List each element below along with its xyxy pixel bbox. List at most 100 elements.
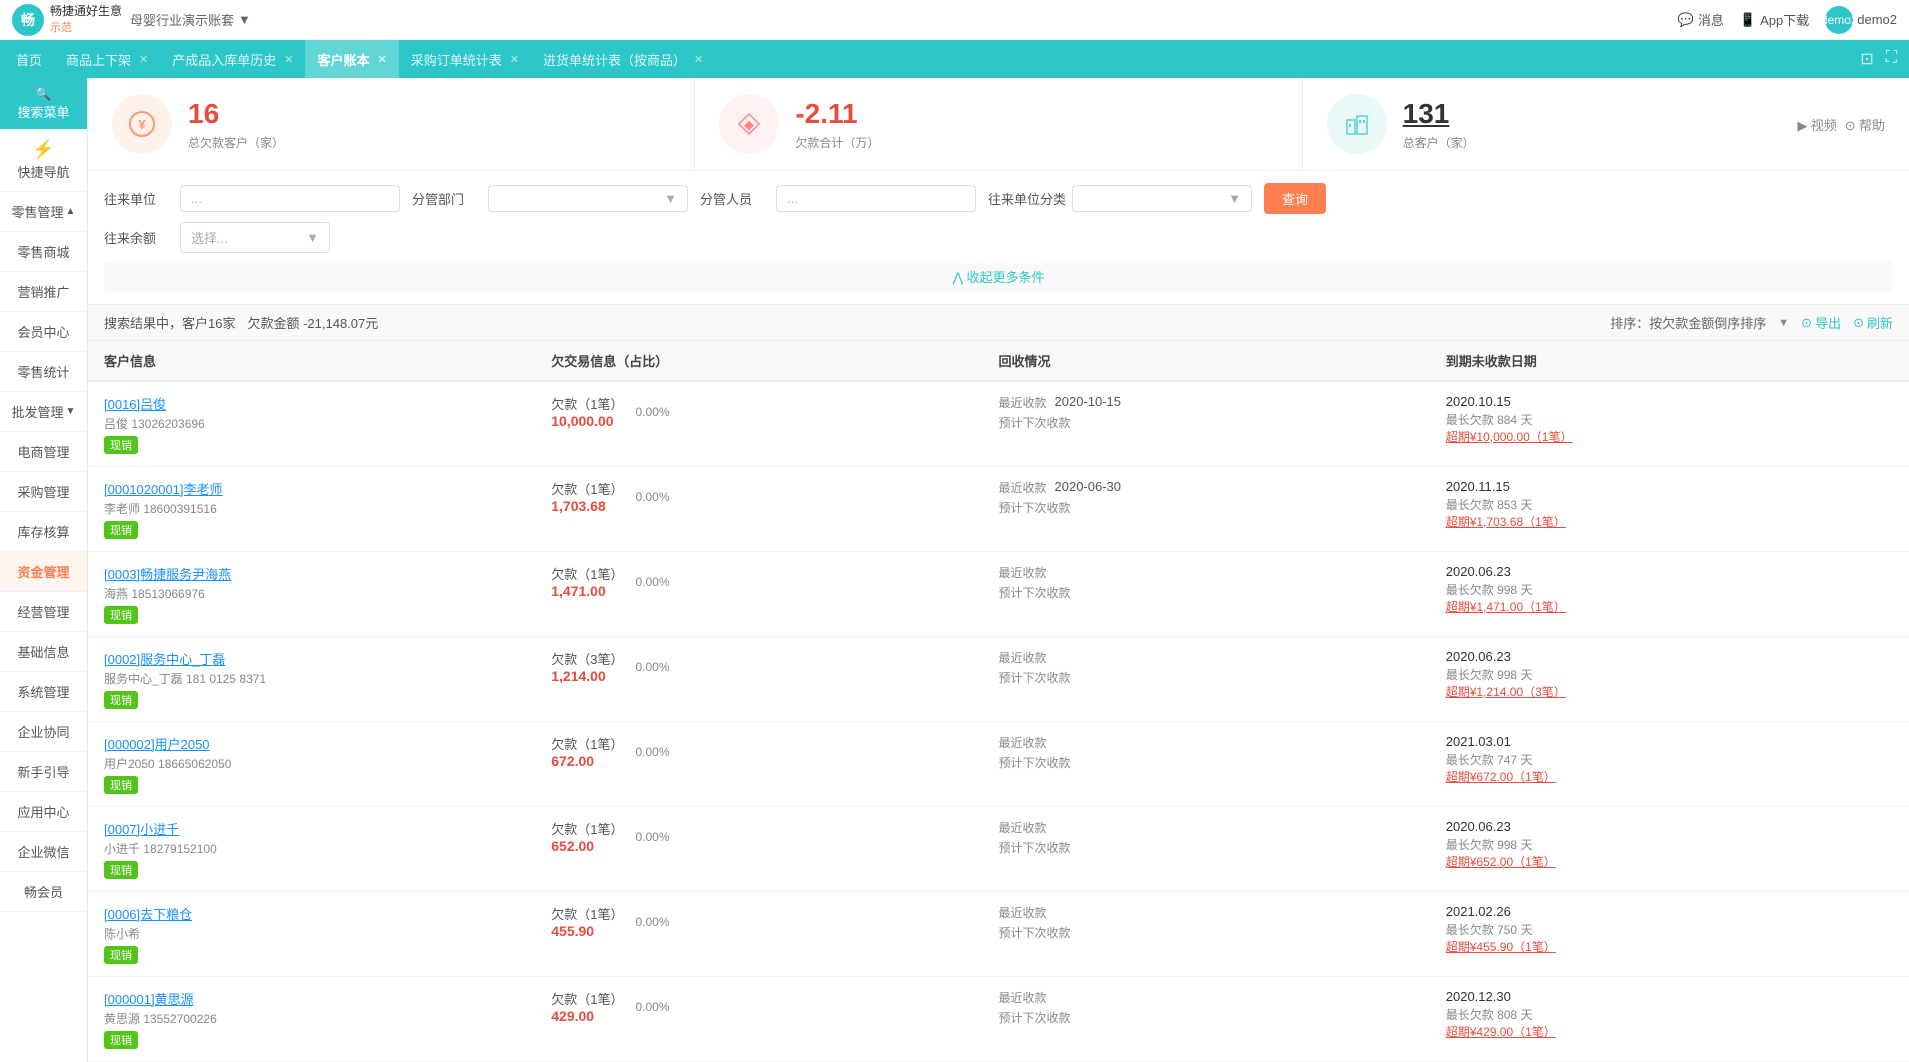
app-download-btn[interactable]: 📱 App下载 (1740, 10, 1809, 29)
close-icon[interactable]: ✕ (694, 53, 703, 66)
last-collection-date: 2020-06-30 (1055, 479, 1122, 496)
overdue-link[interactable]: 超期¥429.00（1笔） (1446, 1023, 1893, 1040)
stat-total-label: 总客户（家） (1403, 134, 1475, 151)
next-collection-label: 预计下次收款 (999, 499, 1071, 516)
stat-total-icon (1327, 94, 1387, 154)
customer-name[interactable]: [0002]服务中心_丁磊 (104, 649, 551, 668)
svg-text:¥: ¥ (138, 117, 146, 132)
collection-row-2: 预计下次收款 (999, 924, 1446, 941)
customer-name[interactable]: [0001020001]李老师 (104, 479, 551, 498)
close-icon[interactable]: ✕ (284, 53, 293, 66)
debt-amount: 1,214.00 (551, 668, 623, 684)
due-date: 2020.06.23 (1446, 564, 1893, 579)
overdue-link[interactable]: 超期¥672.00（1笔） (1446, 768, 1893, 785)
sidebar-item-ecommerce[interactable]: 电商管理 (0, 432, 87, 472)
sidebar-item-member-center[interactable]: 会员中心 (0, 312, 87, 352)
tab-purchase-stats[interactable]: 进货单统计表（按商品） ✕ (531, 40, 715, 78)
sidebar-search-btn[interactable]: 🔍 搜索菜单 (0, 78, 87, 129)
tab-purchase-order[interactable]: 采购订单统计表 ✕ (399, 40, 531, 78)
sidebar-item-retail-stats[interactable]: 零售统计 (0, 352, 87, 392)
refresh-btn[interactable]: ⊙ 刷新 (1853, 313, 1893, 332)
user-area[interactable]: demo2 demo2 (1825, 6, 1897, 34)
sidebar-item-ops-mgmt[interactable]: 经营管理 (0, 592, 87, 632)
balance-input[interactable]: 选择... ▼ (180, 222, 330, 253)
tab-produce-history[interactable]: 产成品入库单历史 ✕ (160, 40, 305, 78)
customer-name[interactable]: [0007]小进千 (104, 819, 551, 838)
overdue-link[interactable]: 超期¥10,000.00（1笔） (1446, 428, 1893, 445)
quick-nav-icon: ⚡ (0, 139, 87, 160)
sidebar-item-retail-mgmt[interactable]: 零售管理 ▲ (0, 192, 87, 232)
help-link[interactable]: ⊙ 帮助 (1845, 115, 1885, 134)
sidebar-item-system-label: 系统管理 (0, 682, 87, 701)
customer-name[interactable]: [000001]黄思源 (104, 989, 551, 1008)
topbar-right: 💬 消息 📱 App下载 demo2 demo2 (1678, 6, 1897, 34)
debt-ratio: 0.00% (635, 575, 669, 589)
customer-tag: 现销 (104, 861, 138, 879)
sidebar-item-enterprise[interactable]: 企业协同 (0, 712, 87, 752)
table-container: 客户信息 欠交易信息（占比） 回收情况 到期未收款日期 [0016]吕俊 吕俊 … (88, 341, 1909, 1062)
customer-name[interactable]: [0016]吕俊 (104, 394, 551, 413)
overdue-link[interactable]: 超期¥1,471.00（1笔） (1446, 598, 1893, 615)
sidebar-item-guide[interactable]: 新手引导 (0, 752, 87, 792)
sidebar-item-finance[interactable]: 资金管理 (0, 552, 87, 592)
dept-input[interactable]: ▼ (488, 185, 688, 212)
sidebar-item-quick-nav[interactable]: ⚡ 快捷导航 (0, 129, 87, 192)
overdue-link[interactable]: 超期¥652.00（1笔） (1446, 853, 1893, 870)
table-row: [0006]去下粮仓 陈小希 现销 欠款（1笔） 455.90 0.00% 最近… (88, 892, 1909, 977)
customer-tag: 现销 (104, 521, 138, 539)
collapse-button[interactable]: ⋀ 收起更多条件 (104, 261, 1893, 292)
chevron-down-icon-type: ▼ (1228, 191, 1241, 206)
sidebar-item-app-center[interactable]: 应用中心 (0, 792, 87, 832)
debt-count: 欠款（1笔） (551, 904, 623, 923)
sidebar-item-system[interactable]: 系统管理 (0, 672, 87, 712)
sidebar-item-retail-mall[interactable]: 零售商城 (0, 232, 87, 272)
customer-info-cell: [0002]服务中心_丁磊 服务中心_丁磊 181 0125 8371 现销 (104, 649, 551, 709)
sidebar-item-base-info[interactable]: 基础信息 (0, 632, 87, 672)
logo-area: 畅 畅捷通好生意 示范 (12, 4, 122, 36)
sidebar-item-purchase-mgmt[interactable]: 采购管理 (0, 472, 87, 512)
view-link[interactable]: ▶ 视频 (1797, 115, 1836, 134)
stat-total-value: 131 (1403, 97, 1475, 131)
nav-expand-btn[interactable]: ⛶ (1882, 49, 1901, 69)
customer-tag: 现销 (104, 776, 138, 794)
table-row: [0001020001]李老师 李老师 18600391516 现销 欠款（1笔… (88, 467, 1909, 552)
source-unit-input[interactable]: ... (180, 185, 400, 212)
search-button[interactable]: 查询 (1264, 183, 1326, 214)
stat-amount-icon: ◆ (719, 94, 779, 154)
source-type-input[interactable]: ▼ (1072, 185, 1252, 212)
stat-total-info: 131 总客户（家） (1403, 97, 1475, 152)
due-date-cell: 2020.06.23 最长欠款 998 天 超期¥1,214.00（3笔） (1446, 649, 1893, 700)
overdue-link[interactable]: 超期¥1,214.00（3笔） (1446, 683, 1893, 700)
export-btn[interactable]: ⊙ 导出 (1801, 313, 1841, 332)
nav-restore-btn[interactable]: ⊡ (1856, 49, 1877, 69)
debt-info-cell: 欠款（1笔） 10,000.00 0.00% (551, 394, 998, 429)
sidebar-item-vip[interactable]: 畅会员 (0, 872, 87, 912)
tab-home[interactable]: 首页 (4, 40, 54, 78)
overdue-link[interactable]: 超期¥455.90（1笔） (1446, 938, 1893, 955)
next-collection-label: 预计下次收款 (999, 924, 1071, 941)
sidebar: 🔍 搜索菜单 ⚡ 快捷导航 零售管理 ▲ 零售商城 营销推广 会员中心 零售统计… (0, 78, 88, 1062)
source-unit-label: 往来单位 (104, 189, 174, 208)
sidebar-item-wechat[interactable]: 企业微信 (0, 832, 87, 872)
refresh-label: 刷新 (1867, 313, 1893, 332)
app-icon: 📱 (1740, 12, 1756, 28)
tab-product-offline[interactable]: 商品上下架 ✕ (54, 40, 160, 78)
customer-name[interactable]: [0003]畅捷服务尹海燕 (104, 564, 551, 583)
close-icon[interactable]: ✕ (378, 53, 387, 66)
due-date-cell: 2020.06.23 最长欠款 998 天 超期¥1,471.00（1笔） (1446, 564, 1893, 615)
customer-name[interactable]: [0006]去下粮仓 (104, 904, 551, 923)
sidebar-item-marketing[interactable]: 营销推广 (0, 272, 87, 312)
sort-chevron-icon[interactable]: ▼ (1778, 317, 1789, 329)
debt-ratio: 0.00% (635, 830, 669, 844)
sidebar-item-inventory[interactable]: 库存核算 (0, 512, 87, 552)
close-icon[interactable]: ✕ (510, 53, 519, 66)
message-btn[interactable]: 💬 消息 (1678, 10, 1724, 29)
close-icon[interactable]: ✕ (139, 53, 148, 66)
overdue-link[interactable]: 超期¥1,703.68（1笔） (1446, 513, 1893, 530)
debt-amount: 1,471.00 (551, 583, 623, 599)
tab-customer-account[interactable]: 客户账本 ✕ (305, 40, 398, 78)
person-input[interactable]: ... (776, 185, 976, 212)
customer-name[interactable]: [000002]用户2050 (104, 734, 551, 753)
tab-produce-history-label: 产成品入库单历史 (172, 50, 276, 69)
sidebar-item-batch-mgmt[interactable]: 批发管理 ▼ (0, 392, 87, 432)
